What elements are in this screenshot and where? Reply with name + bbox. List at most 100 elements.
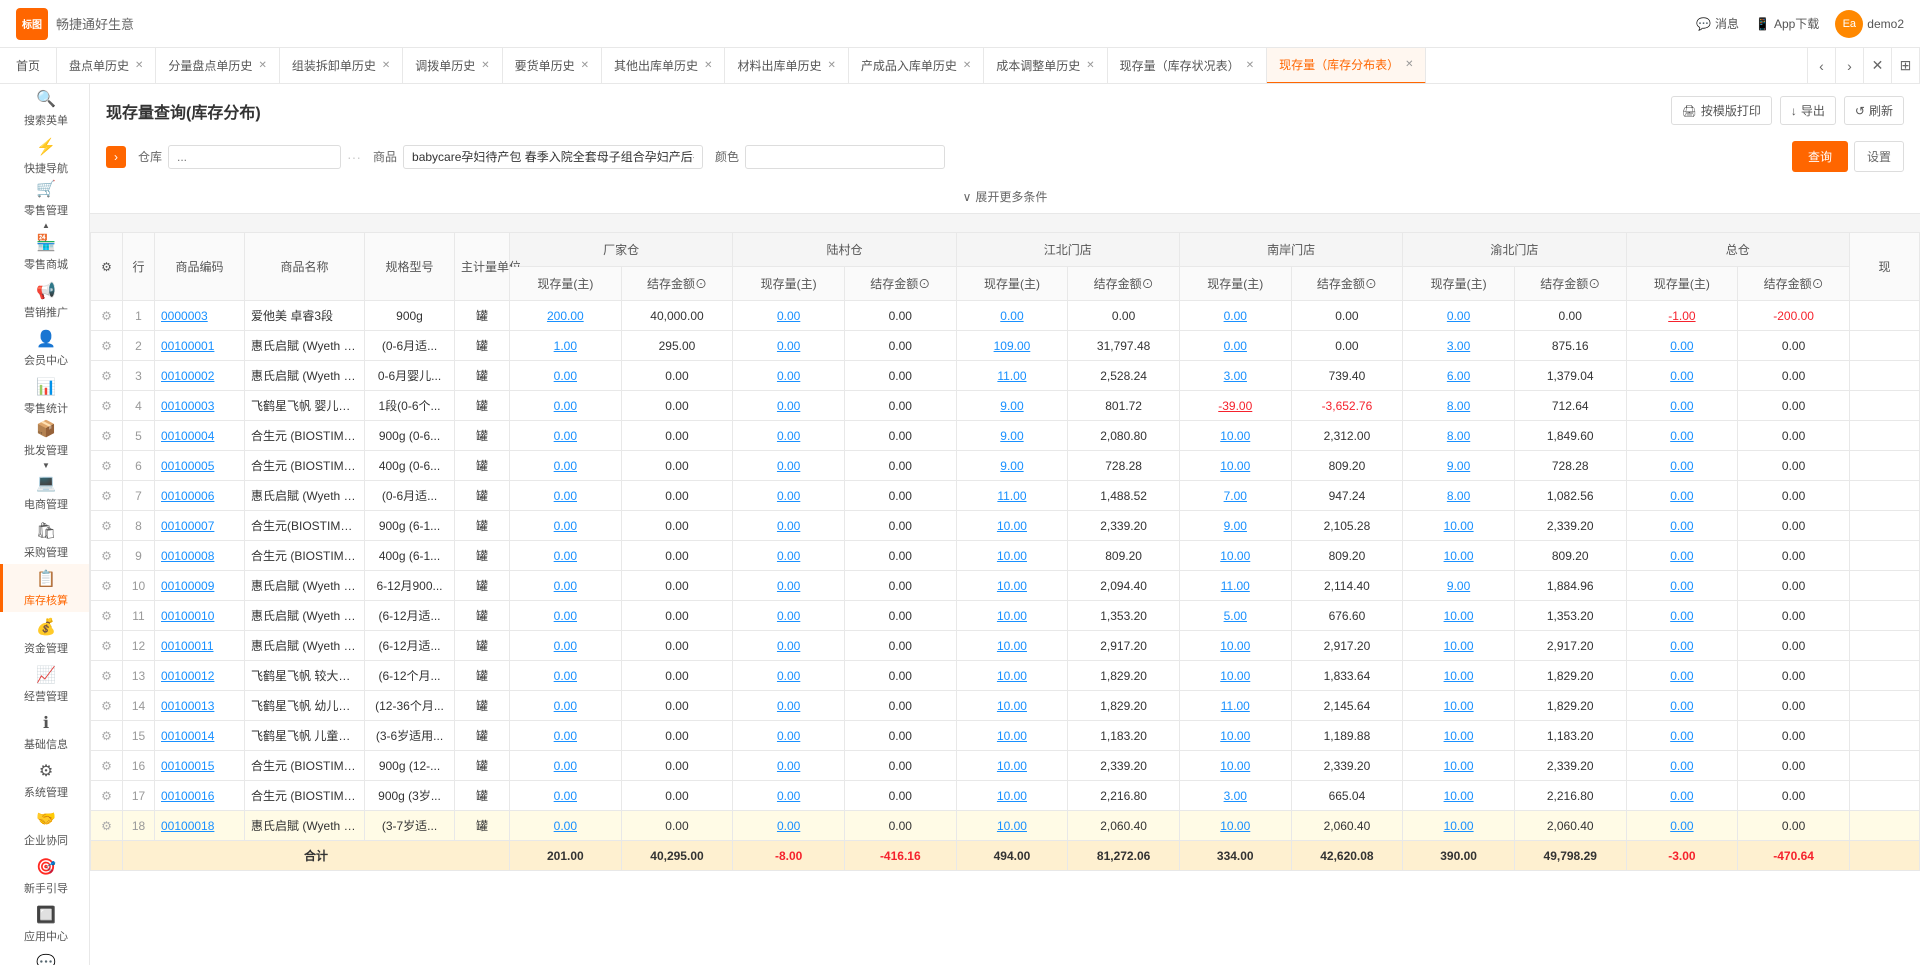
yb-qty-cell[interactable]: 10.00 bbox=[1403, 811, 1515, 841]
fac-qty-cell[interactable]: 0.00 bbox=[510, 511, 622, 541]
sidebar-item-search[interactable]: 🔍 搜索英单 bbox=[0, 84, 89, 132]
code-cell[interactable]: 00100011 bbox=[155, 631, 245, 661]
na-qty-cell[interactable]: -39.00 bbox=[1179, 391, 1291, 421]
na-qty-cell[interactable]: 0.00 bbox=[1179, 331, 1291, 361]
app-download-btn[interactable]: 📱 App下载 bbox=[1755, 15, 1819, 32]
close-icon[interactable]: ✕ bbox=[382, 60, 390, 71]
sidebar-item-marketing[interactable]: 📢 营销推广 bbox=[0, 276, 89, 324]
total-qty-cell[interactable]: 0.00 bbox=[1626, 541, 1738, 571]
expand-more-btn[interactable]: ∨ 展开更多条件 bbox=[955, 184, 1056, 209]
lu-qty-cell[interactable]: 0.00 bbox=[733, 691, 845, 721]
fac-qty-cell[interactable]: 0.00 bbox=[510, 361, 622, 391]
export-btn[interactable]: ↓ 导出 bbox=[1780, 96, 1836, 125]
tab-clcklsh[interactable]: 材料出库单历史 ✕ bbox=[725, 48, 848, 84]
message-btn[interactable]: 💬 消息 bbox=[1696, 15, 1739, 32]
sidebar-item-system[interactable]: ⚙ 系统管理 bbox=[0, 756, 89, 804]
code-cell[interactable]: 00100001 bbox=[155, 331, 245, 361]
settings-cell[interactable]: ⚙ bbox=[91, 751, 123, 781]
total-qty-cell[interactable]: 0.00 bbox=[1626, 721, 1738, 751]
code-cell[interactable]: 00100008 bbox=[155, 541, 245, 571]
total-qty-cell[interactable]: 0.00 bbox=[1626, 481, 1738, 511]
settings-cell[interactable]: ⚙ bbox=[91, 391, 123, 421]
total-qty-cell[interactable]: 0.00 bbox=[1626, 391, 1738, 421]
yb-qty-cell[interactable]: 0.00 bbox=[1403, 301, 1515, 331]
fac-qty-cell[interactable]: 0.00 bbox=[510, 601, 622, 631]
fac-qty-cell[interactable]: 0.00 bbox=[510, 391, 622, 421]
color-input[interactable] bbox=[745, 145, 945, 169]
code-cell[interactable]: 00100014 bbox=[155, 721, 245, 751]
jb-qty-cell[interactable]: 10.00 bbox=[956, 781, 1068, 811]
lu-qty-cell[interactable]: 0.00 bbox=[733, 391, 845, 421]
na-qty-cell[interactable]: 11.00 bbox=[1179, 571, 1291, 601]
query-button[interactable]: 查询 bbox=[1792, 141, 1848, 172]
lu-qty-cell[interactable]: 0.00 bbox=[733, 751, 845, 781]
tab-close-btn[interactable]: ✕ bbox=[1864, 48, 1892, 84]
fac-qty-cell[interactable]: 0.00 bbox=[510, 811, 622, 841]
code-cell[interactable]: 00100004 bbox=[155, 421, 245, 451]
total-qty-cell[interactable]: 0.00 bbox=[1626, 811, 1738, 841]
jb-qty-cell[interactable]: 10.00 bbox=[956, 631, 1068, 661]
yb-qty-cell[interactable]: 10.00 bbox=[1403, 601, 1515, 631]
yb-qty-cell[interactable]: 9.00 bbox=[1403, 451, 1515, 481]
tab-dbdlsh[interactable]: 调拨单历史 ✕ bbox=[403, 48, 502, 84]
na-qty-cell[interactable]: 10.00 bbox=[1179, 721, 1291, 751]
total-qty-cell[interactable]: 0.00 bbox=[1626, 631, 1738, 661]
yb-qty-cell[interactable]: 9.00 bbox=[1403, 571, 1515, 601]
lu-qty-cell[interactable]: 0.00 bbox=[733, 571, 845, 601]
jb-qty-cell[interactable]: 10.00 bbox=[956, 541, 1068, 571]
code-cell[interactable]: 00100013 bbox=[155, 691, 245, 721]
code-cell[interactable]: 00100007 bbox=[155, 511, 245, 541]
fac-qty-cell[interactable]: 0.00 bbox=[510, 451, 622, 481]
sidebar-item-finance[interactable]: 💰 资金管理 bbox=[0, 612, 89, 660]
sidebar-item-collab[interactable]: 🤝 企业协同 bbox=[0, 804, 89, 852]
lu-qty-cell[interactable]: 0.00 bbox=[733, 481, 845, 511]
lu-qty-cell[interactable]: 0.00 bbox=[733, 301, 845, 331]
jb-qty-cell[interactable]: 10.00 bbox=[956, 691, 1068, 721]
na-qty-cell[interactable]: 10.00 bbox=[1179, 451, 1291, 481]
total-qty-cell[interactable]: 0.00 bbox=[1626, 751, 1738, 781]
fac-qty-cell[interactable]: 0.00 bbox=[510, 751, 622, 781]
na-qty-cell[interactable]: 0.00 bbox=[1179, 301, 1291, 331]
total-qty-cell[interactable]: 0.00 bbox=[1626, 781, 1738, 811]
print-btn[interactable]: 🖨 按模版打印 bbox=[1671, 96, 1772, 125]
settings-cell[interactable]: ⚙ bbox=[91, 511, 123, 541]
jb-qty-cell[interactable]: 10.00 bbox=[956, 571, 1068, 601]
settings-cell[interactable]: ⚙ bbox=[91, 301, 123, 331]
na-qty-cell[interactable]: 3.00 bbox=[1179, 361, 1291, 391]
yb-qty-cell[interactable]: 10.00 bbox=[1403, 691, 1515, 721]
fac-qty-cell[interactable]: 0.00 bbox=[510, 481, 622, 511]
fac-qty-cell[interactable]: 0.00 bbox=[510, 691, 622, 721]
code-cell[interactable]: 00100012 bbox=[155, 661, 245, 691]
lu-qty-cell[interactable]: 0.00 bbox=[733, 631, 845, 661]
settings-cell[interactable]: ⚙ bbox=[91, 631, 123, 661]
tab-ccrklsh[interactable]: 产成品入库单历史 ✕ bbox=[849, 48, 984, 84]
fac-qty-cell[interactable]: 0.00 bbox=[510, 721, 622, 751]
tab-next-btn[interactable]: › bbox=[1836, 48, 1864, 84]
total-qty-cell[interactable]: 0.00 bbox=[1626, 421, 1738, 451]
lu-qty-cell[interactable]: 0.00 bbox=[733, 811, 845, 841]
settings-cell[interactable]: ⚙ bbox=[91, 601, 123, 631]
lu-qty-cell[interactable]: 0.00 bbox=[733, 721, 845, 751]
settings-cell[interactable]: ⚙ bbox=[91, 721, 123, 751]
close-icon[interactable]: ✕ bbox=[581, 60, 589, 71]
jb-qty-cell[interactable]: 11.00 bbox=[956, 361, 1068, 391]
tab-zzcc[interactable]: 组装拆卸单历史 ✕ bbox=[280, 48, 403, 84]
jb-qty-cell[interactable]: 109.00 bbox=[956, 331, 1068, 361]
na-qty-cell[interactable]: 10.00 bbox=[1179, 631, 1291, 661]
settings-cell[interactable]: ⚙ bbox=[91, 661, 123, 691]
refresh-btn[interactable]: ↺ 刷新 bbox=[1844, 96, 1904, 125]
na-qty-cell[interactable]: 5.00 bbox=[1179, 601, 1291, 631]
sidebar-item-nav[interactable]: ⚡ 快捷导航 bbox=[0, 132, 89, 180]
settings-cell[interactable]: ⚙ bbox=[91, 541, 123, 571]
na-qty-cell[interactable]: 9.00 bbox=[1179, 511, 1291, 541]
yb-qty-cell[interactable]: 10.00 bbox=[1403, 781, 1515, 811]
sidebar-item-operations[interactable]: 📈 经营管理 bbox=[0, 660, 89, 708]
fac-qty-cell[interactable]: 0.00 bbox=[510, 421, 622, 451]
lu-qty-cell[interactable]: 0.00 bbox=[733, 511, 845, 541]
settings-cell[interactable]: ⚙ bbox=[91, 331, 123, 361]
code-cell[interactable]: 00100016 bbox=[155, 781, 245, 811]
settings-cell[interactable]: ⚙ bbox=[91, 571, 123, 601]
settings-cell[interactable]: ⚙ bbox=[91, 691, 123, 721]
code-cell[interactable]: 00100015 bbox=[155, 751, 245, 781]
sidebar-item-apps[interactable]: 🔲 应用中心 bbox=[0, 900, 89, 948]
